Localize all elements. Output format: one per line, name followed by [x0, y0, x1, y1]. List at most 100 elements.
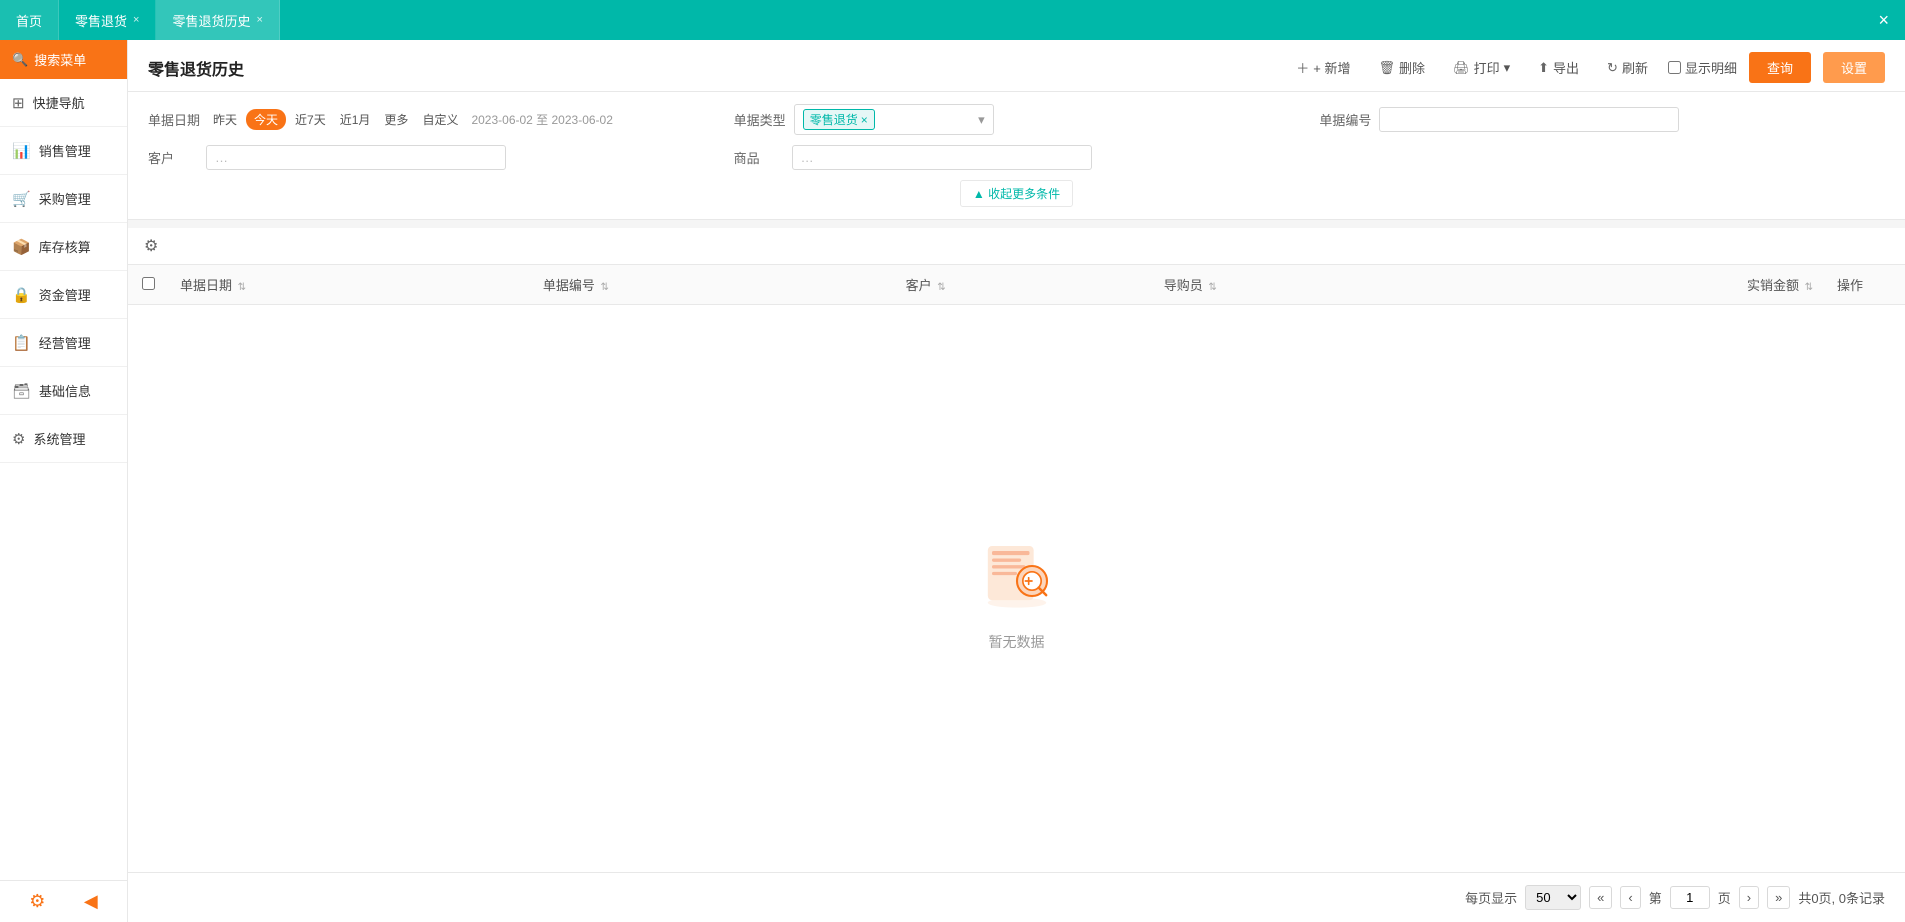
doc-type-remove[interactable]: × [861, 113, 868, 127]
doc-type-filter-field: 单据类型 零售退货 × ▾ [734, 104, 1300, 135]
doc-number-filter-field: 单据编号 [1319, 107, 1885, 132]
th-guide[interactable]: 导购员 ⇅ [1152, 265, 1462, 305]
display-checkbox[interactable] [1668, 61, 1681, 74]
customer-input[interactable] [206, 145, 506, 170]
sidebar-item-purchase-mgmt[interactable]: 🛒 采购管理 [0, 175, 127, 223]
sidebar-item-finance[interactable]: 🔒 资金管理 [0, 271, 127, 319]
table-header-row: 单据日期 ⇅ 单据编号 ⇅ 客户 ⇅ 导购员 ⇅ [128, 265, 1905, 305]
sidebar-item-sales-mgmt[interactable]: 📊 销售管理 [0, 127, 127, 175]
sidebar: 🔍 搜索菜单 ⊞ 快捷导航 📊 销售管理 🛒 采购管理 📦 库存核算 🔒 资金管… [0, 40, 128, 922]
table-container: ⚙ 单据日期 ⇅ 单据编号 ⇅ [128, 228, 1905, 872]
tab-retail-return[interactable]: 零售退货 × [59, 0, 156, 40]
export-label: 导出 [1553, 58, 1579, 77]
top-bar-tabs: 首页 零售退货 × 零售退货历史 × [0, 0, 1862, 40]
th-guide-label: 导购员 [1164, 278, 1203, 293]
sidebar-item-quick-nav-label: 快捷导航 [33, 93, 85, 112]
th-customer-label: 客户 [906, 278, 932, 293]
doc-number-input[interactable] [1379, 107, 1679, 132]
system-icon: ⚙ [12, 430, 25, 448]
collapse-button[interactable]: ▲ 收起更多条件 [960, 180, 1073, 207]
sidebar-collapse-button[interactable]: ◀ [84, 891, 98, 912]
th-customer-sort-icon: ⇅ [937, 282, 945, 293]
sales-icon: 📊 [12, 142, 31, 160]
print-button[interactable]: 🖨 打印 ▾ [1445, 54, 1518, 81]
sidebar-search[interactable]: 🔍 搜索菜单 [0, 40, 127, 79]
main-layout: 🔍 搜索菜单 ⊞ 快捷导航 📊 销售管理 🛒 采购管理 📦 库存核算 🔒 资金管… [0, 40, 1905, 922]
sidebar-item-inventory[interactable]: 📦 库存核算 [0, 223, 127, 271]
purchase-icon: 🛒 [12, 190, 31, 208]
collapse-container: ▲ 收起更多条件 [148, 180, 1885, 207]
delete-button[interactable]: 🗑 删除 [1371, 54, 1434, 81]
prev-page-button[interactable]: ‹ [1620, 886, 1640, 909]
page-unit-label: 页 [1718, 888, 1731, 907]
table-settings-icon[interactable]: ⚙ [144, 236, 158, 256]
filter-row-1: 单据日期 昨天 今天 近7天 近1月 更多 自定义 2023-06-02 至 2… [148, 104, 1885, 135]
empty-state-icon [967, 526, 1067, 616]
doc-type-select[interactable]: 零售退货 × ▾ [794, 104, 994, 135]
date-opt-yesterday[interactable]: 昨天 [208, 109, 242, 130]
settings-button[interactable]: 设置 [1823, 52, 1885, 83]
th-number-sort-icon: ⇅ [600, 282, 608, 293]
tab-home[interactable]: 首页 [0, 0, 59, 40]
date-opt-7days[interactable]: 近7天 [290, 109, 331, 130]
total-info: 共0页, 0条记录 [1798, 888, 1885, 907]
sidebar-item-system-label: 系统管理 [33, 429, 85, 448]
new-icon: ＋ [1296, 58, 1309, 77]
first-page-button[interactable]: « [1589, 886, 1612, 909]
query-button[interactable]: 查询 [1749, 52, 1811, 83]
sidebar-item-quick-nav[interactable]: ⊞ 快捷导航 [0, 79, 127, 127]
doc-type-label: 单据类型 [734, 110, 786, 129]
sidebar-item-system-mgmt[interactable]: ⚙ 系统管理 [0, 415, 127, 463]
delete-icon: 🗑 [1379, 60, 1396, 76]
per-page-select[interactable]: 50 10 20 100 [1525, 885, 1581, 910]
th-amount-label: 实销金额 [1747, 278, 1799, 293]
tab-retail-return-close[interactable]: × [133, 14, 139, 26]
quick-nav-icon: ⊞ [12, 94, 25, 112]
delete-label: 删除 [1399, 58, 1425, 77]
date-opt-more[interactable]: 更多 [379, 109, 413, 130]
customer-label: 客户 [148, 148, 198, 167]
top-bar: 首页 零售退货 × 零售退货历史 × × [0, 0, 1905, 40]
goods-input[interactable] [792, 145, 1092, 170]
export-icon: ⬆ [1538, 60, 1549, 76]
customer-filter-field: 客户 [148, 145, 714, 170]
th-amount[interactable]: 实销金额 ⇅ [1462, 265, 1825, 305]
date-opt-custom[interactable]: 自定义 [417, 109, 463, 130]
th-date[interactable]: 单据日期 ⇅ [168, 265, 531, 305]
new-button[interactable]: ＋ + 新增 [1288, 54, 1358, 81]
sidebar-item-operations-label: 经营管理 [39, 333, 91, 352]
data-table: 单据日期 ⇅ 单据编号 ⇅ 客户 ⇅ 导购员 ⇅ [128, 265, 1905, 305]
refresh-button[interactable]: ↻ 刷新 [1599, 54, 1656, 81]
next-page-button[interactable]: › [1739, 886, 1759, 909]
th-date-sort-icon: ⇅ [238, 282, 246, 293]
date-range-display: 2023-06-02 至 2023-06-02 [471, 111, 612, 128]
select-all-checkbox[interactable] [142, 277, 155, 290]
window-close-button[interactable]: × [1862, 0, 1905, 40]
new-label: + 新增 [1313, 58, 1350, 77]
refresh-icon: ↻ [1607, 60, 1618, 76]
date-opt-today[interactable]: 今天 [246, 109, 286, 130]
sidebar-item-operations[interactable]: 📋 经营管理 [0, 319, 127, 367]
tab-retail-return-history-close[interactable]: × [256, 14, 262, 26]
sidebar-bottom: ⚙ ◀ [0, 880, 127, 922]
th-number-label: 单据编号 [543, 278, 595, 293]
table-header: 单据日期 ⇅ 单据编号 ⇅ 客户 ⇅ 导购员 ⇅ [128, 265, 1905, 305]
date-filter-field: 单据日期 昨天 今天 近7天 近1月 更多 自定义 2023-06-02 至 2… [148, 109, 714, 130]
header-actions: ＋ + 新增 🗑 删除 🖨 打印 ▾ ⬆ 导出 ↻ [1288, 52, 1885, 83]
table-toolbar: ⚙ [128, 228, 1905, 265]
finance-icon: 🔒 [12, 286, 31, 304]
doc-number-label: 单据编号 [1319, 110, 1371, 129]
tab-home-label: 首页 [16, 11, 42, 30]
export-button[interactable]: ⬆ 导出 [1530, 54, 1587, 81]
th-number[interactable]: 单据编号 ⇅ [531, 265, 894, 305]
last-page-button[interactable]: » [1767, 886, 1790, 909]
sidebar-settings-button[interactable]: ⚙ [29, 891, 45, 912]
date-opt-1month[interactable]: 近1月 [335, 109, 376, 130]
page-number-input[interactable] [1670, 886, 1710, 909]
sidebar-item-basic-info[interactable]: 🗃 基础信息 [0, 367, 127, 415]
tab-retail-return-history[interactable]: 零售退货历史 × [156, 0, 279, 40]
filter-area: 单据日期 昨天 今天 近7天 近1月 更多 自定义 2023-06-02 至 2… [128, 92, 1905, 220]
doc-type-value: 零售退货 [810, 111, 858, 128]
th-customer[interactable]: 客户 ⇅ [894, 265, 1152, 305]
content-area: 零售退货历史 ＋ + 新增 🗑 删除 🖨 打印 ▾ ⬆ 导出 [128, 40, 1905, 922]
